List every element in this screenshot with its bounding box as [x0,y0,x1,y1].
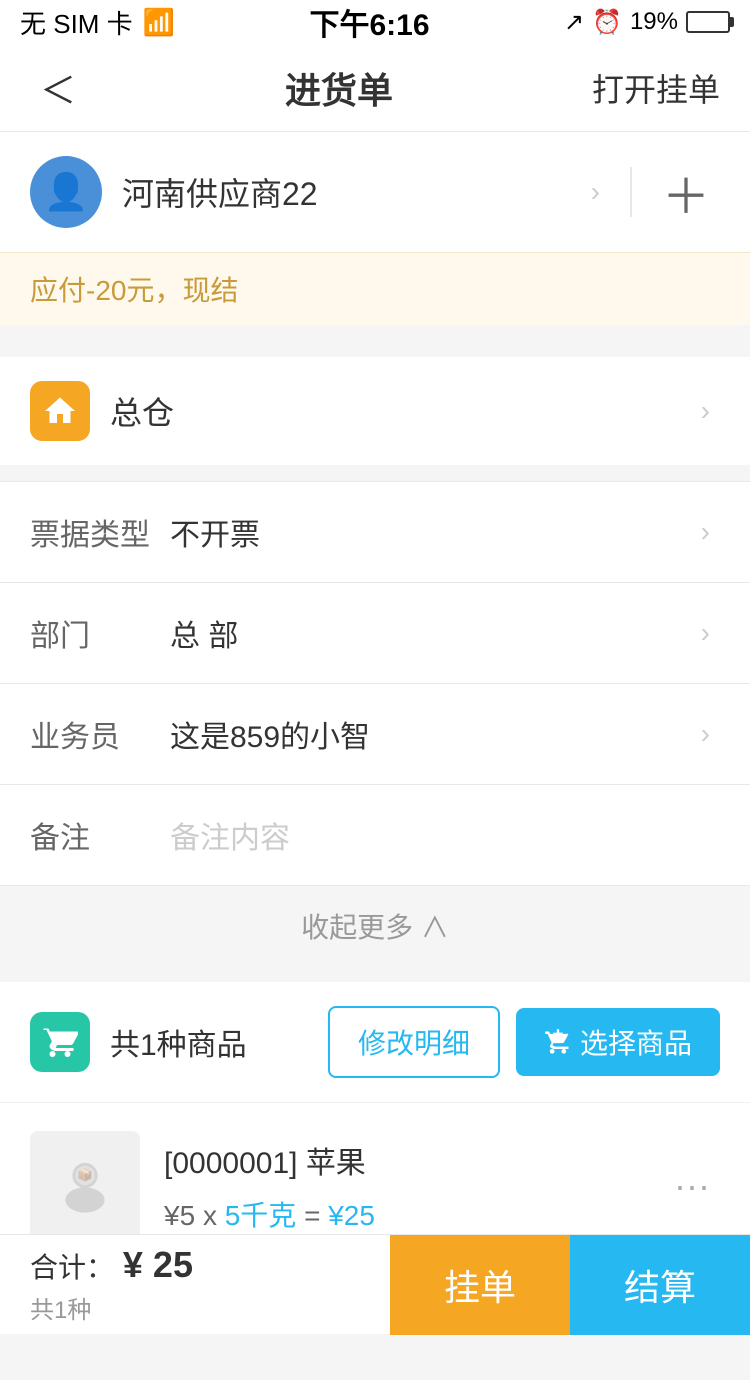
open-pending-button[interactable]: 打开挂单 [592,65,720,111]
supplier-section: 👤 河南供应商22 › ＋ 应付-20元，现结 [0,132,750,325]
carrier-text: 无 SIM 卡 [20,4,133,41]
edit-detail-button[interactable]: 修改明细 [328,1006,500,1078]
ticket-type-label: 票据类型 [30,510,170,554]
ticket-type-chevron-icon: › [701,516,710,548]
product-more-button[interactable]: ··· [664,1155,720,1217]
staff-value: 这是859的小智 [170,712,701,756]
department-value: 总 部 [170,611,701,655]
product-unit-price: ¥5 [164,1200,195,1231]
collapse-row[interactable]: 收起更多 ∧ [0,885,750,966]
department-chevron-icon: › [701,617,710,649]
footer-total: 合计： ¥ 25 共1种 [0,1244,390,1325]
department-row[interactable]: 部门 总 部 › [0,582,750,683]
product-name: [0000001] 苹果 [164,1138,664,1182]
battery-icon [686,11,730,33]
total-label: 合计： [30,1252,114,1283]
product-title: 苹果 [306,1147,366,1180]
warehouse-section: 总仓 › [0,341,750,465]
product-price-row: ¥5 x 5千克 = ¥25 [164,1194,664,1234]
staff-row[interactable]: 业务员 这是859的小智 › [0,683,750,784]
total-amount: ¥ 25 [123,1244,193,1285]
product-multiply: x [203,1200,225,1231]
product-info: [0000001] 苹果 ¥5 x 5千克 = ¥25 [164,1138,664,1234]
remark-row[interactable]: 备注 备注内容 [0,784,750,885]
select-product-button[interactable]: 选择商品 [516,1008,720,1076]
notice-text: 应付-20元，现结 [30,275,238,306]
total-sub: 共1种 [30,1290,360,1325]
back-button[interactable]: ＜ [30,52,86,124]
department-label: 部门 [30,611,170,655]
product-thumbnail: 📦 [30,1131,140,1241]
collapse-label: 收起更多 ∧ [301,906,449,946]
warehouse-icon [30,381,90,441]
status-time: 下午6:16 [175,0,564,44]
remark-label: 备注 [30,813,170,857]
product-code: [0000001] [164,1147,297,1180]
product-equals: = [304,1200,328,1231]
status-right: ↗ ⏰ 19% [564,8,730,37]
warehouse-name: 总仓 [110,388,701,434]
footer: 合计： ¥ 25 共1种 挂单 结算 [0,1234,750,1334]
products-header: 共1种商品 修改明细 选择商品 [0,982,750,1103]
divider [630,167,632,217]
products-count: 共1种商品 [110,1020,328,1064]
status-carrier: 无 SIM 卡 📶 [20,4,175,41]
nav-bar: ＜ 进货单 打开挂单 [0,44,750,132]
add-supplier-button[interactable]: ＋ [652,157,720,227]
staff-chevron-icon: › [701,718,710,750]
main-content: 👤 河南供应商22 › ＋ 应付-20元，现结 总仓 › 票据类型 不开票 [0,132,750,1380]
products-icon [30,1012,90,1072]
select-product-label: 选择商品 [580,1022,692,1062]
cart-plus-icon [544,1028,572,1056]
pending-button[interactable]: 挂单 [390,1235,570,1335]
product-quantity: 5千克 [225,1200,297,1231]
battery-percent: 19% [630,8,678,36]
products-section: 共1种商品 修改明细 选择商品 📦 [000000 [0,982,750,1270]
wifi-icon: 📶 [143,7,175,38]
staff-label: 业务员 [30,712,170,756]
supplier-chevron-icon: › [591,176,600,208]
product-total: ¥25 [328,1200,375,1231]
ticket-type-row[interactable]: 票据类型 不开票 › [0,481,750,582]
supplier-avatar: 👤 [30,156,102,228]
page-title: 进货单 [285,62,393,114]
supplier-name: 河南供应商22 [122,169,591,215]
ticket-type-value: 不开票 [170,510,701,554]
warehouse-chevron-icon: › [701,395,710,427]
status-bar: 无 SIM 卡 📶 下午6:16 ↗ ⏰ 19% [0,0,750,44]
checkout-button[interactable]: 结算 [570,1235,750,1335]
avatar-icon: 👤 [44,171,89,213]
svg-text:📦: 📦 [77,1167,93,1182]
supplier-notice: 应付-20元，现结 [0,252,750,325]
form-section: 票据类型 不开票 › 部门 总 部 › 业务员 这是859的小智 › 备注 备注… [0,481,750,966]
supplier-row[interactable]: 👤 河南供应商22 › ＋ [0,132,750,252]
product-placeholder-icon: 📦 [50,1151,120,1221]
alarm-icon: ⏰ [592,8,622,37]
warehouse-row[interactable]: 总仓 › [0,341,750,465]
remark-placeholder: 备注内容 [170,813,720,857]
location-icon: ↗ [564,8,584,37]
